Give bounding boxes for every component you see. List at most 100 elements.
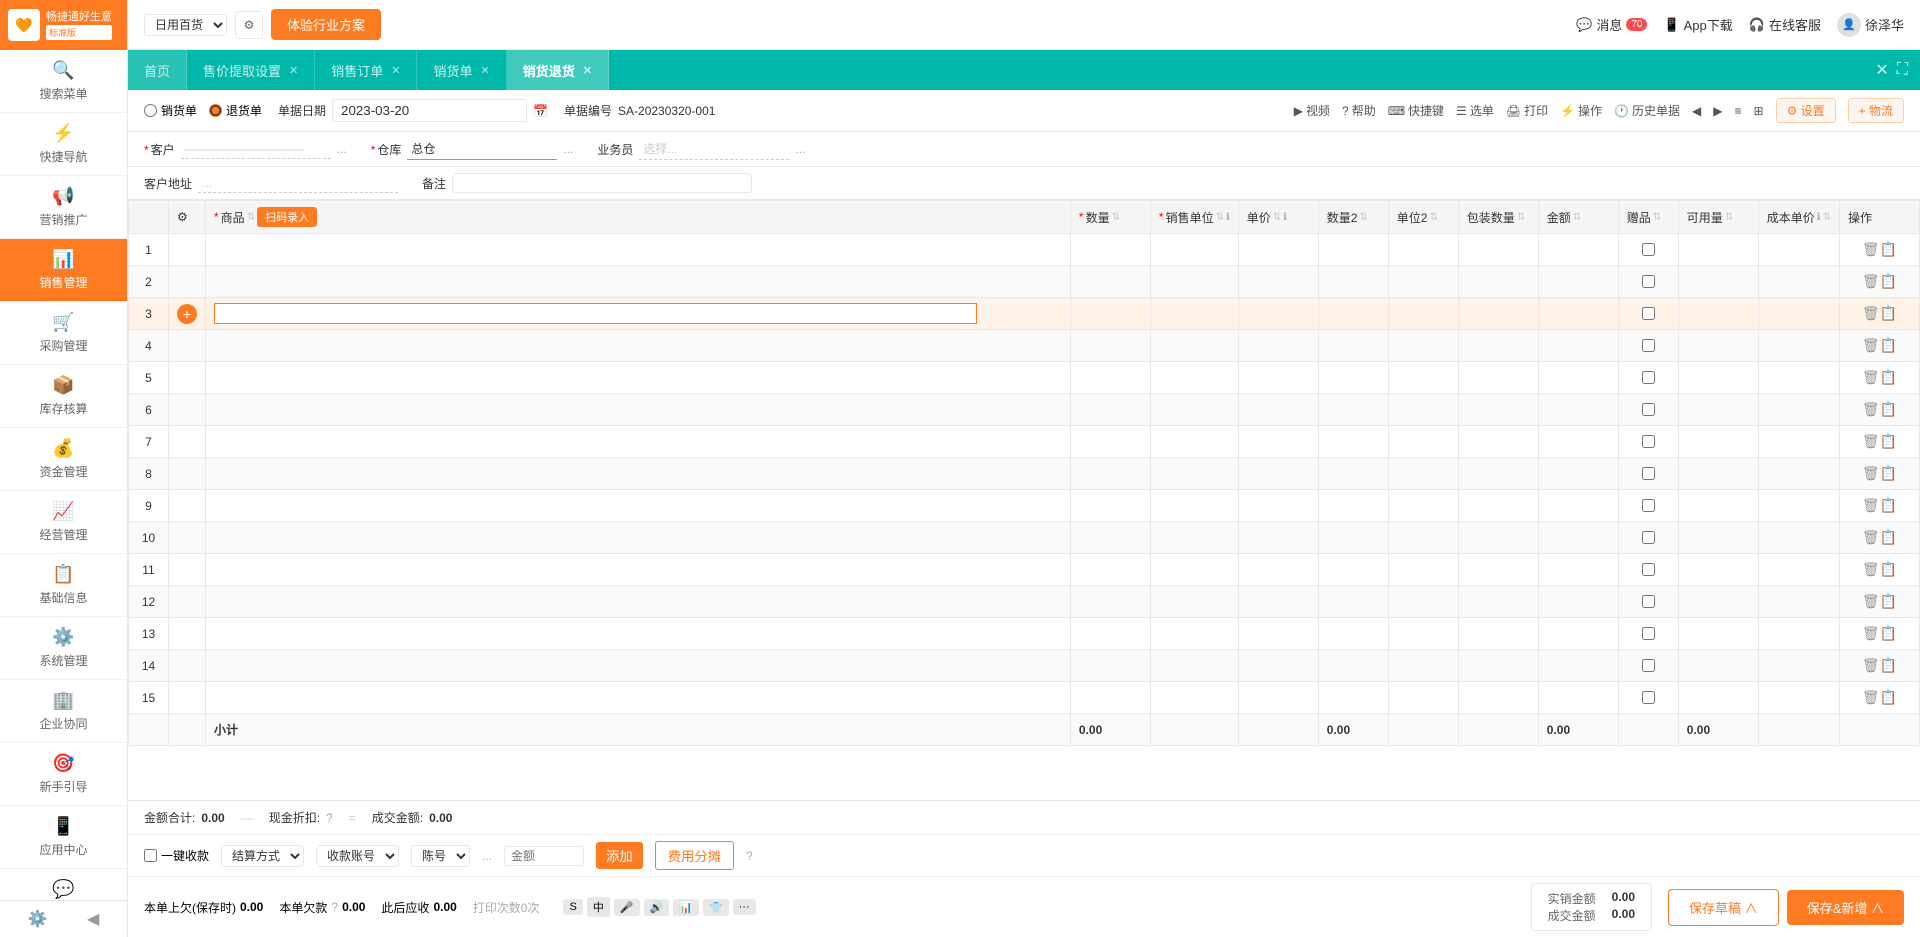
sidebar-item-inventory[interactable]: 📦 库存核算 xyxy=(0,365,127,428)
copy-row-btn[interactable]: 📋 xyxy=(1880,593,1897,610)
settings-right-btn[interactable]: ⚙ 设置 xyxy=(1776,98,1836,123)
sidebar-item-basics[interactable]: 📋 基础信息 xyxy=(0,554,127,617)
row-price[interactable] xyxy=(1238,298,1318,330)
qty2-sort-icon[interactable]: ⇅ xyxy=(1359,212,1367,223)
operation-btn[interactable]: ⚡ 操作 xyxy=(1560,102,1602,119)
row-unit[interactable] xyxy=(1150,330,1238,362)
tab-price-settings[interactable]: 售价提取设置 ✕ xyxy=(187,50,315,90)
row-price[interactable] xyxy=(1238,266,1318,298)
row-gift[interactable] xyxy=(1618,362,1678,394)
row-price[interactable] xyxy=(1238,362,1318,394)
payment-account-select[interactable]: 收款账号 xyxy=(316,845,399,867)
gift-checkbox[interactable] xyxy=(1642,499,1655,512)
row-unit[interactable] xyxy=(1150,650,1238,682)
row-price[interactable] xyxy=(1238,458,1318,490)
col-settings-icon[interactable]: ⚙ xyxy=(177,210,188,224)
row-unit[interactable] xyxy=(1150,394,1238,426)
message-btn[interactable]: 💬 消息 70 xyxy=(1576,15,1647,34)
sidebar-item-newbie[interactable]: 🎯 新手引导 xyxy=(0,743,127,806)
row-goods[interactable] xyxy=(206,490,1071,522)
row-gift[interactable] xyxy=(1618,330,1678,362)
industry-select[interactable]: 日用百货 xyxy=(144,14,227,36)
row-gift[interactable] xyxy=(1618,426,1678,458)
row-amount[interactable] xyxy=(1538,458,1618,490)
row-available[interactable] xyxy=(1678,554,1758,586)
row-pack[interactable] xyxy=(1458,522,1538,554)
customer-dots[interactable]: ... xyxy=(337,142,347,156)
row-gift[interactable] xyxy=(1618,266,1678,298)
row-unit[interactable] xyxy=(1150,586,1238,618)
row-available[interactable] xyxy=(1678,298,1758,330)
row-available[interactable] xyxy=(1678,266,1758,298)
copy-row-btn[interactable]: 📋 xyxy=(1880,369,1897,386)
row-pack[interactable] xyxy=(1458,650,1538,682)
row-qty[interactable] xyxy=(1070,298,1150,330)
row-price[interactable] xyxy=(1238,330,1318,362)
tab-sales-return[interactable]: 销货退货 ✕ xyxy=(507,50,609,90)
row-qty2[interactable] xyxy=(1318,234,1388,266)
row-qty[interactable] xyxy=(1070,426,1150,458)
tab-fullscreen-btn[interactable]: ⛶ xyxy=(1897,61,1908,79)
bottom-icon-zhong[interactable]: 中 xyxy=(587,897,610,917)
sidebar-item-apps[interactable]: 📱 应用中心 xyxy=(0,806,127,869)
qty-sort-icon[interactable]: ⇅ xyxy=(1112,212,1120,223)
row-unit[interactable] xyxy=(1150,426,1238,458)
row-goods[interactable] xyxy=(206,234,1071,266)
row-qty[interactable] xyxy=(1070,458,1150,490)
delete-row-btn[interactable]: 🗑 xyxy=(1862,529,1880,546)
sidebar-item-purchase[interactable]: 🛒 采购管理 xyxy=(0,302,127,365)
experience-btn[interactable]: 体验行业方案 xyxy=(271,9,381,40)
row-amount[interactable] xyxy=(1538,554,1618,586)
app-download-btn[interactable]: 📱 App下载 xyxy=(1663,15,1732,34)
user-profile-btn[interactable]: 👤 徐泽华 xyxy=(1837,13,1904,37)
row-gift[interactable] xyxy=(1618,554,1678,586)
row-goods[interactable] xyxy=(206,522,1071,554)
cost-info-icon[interactable]: ℹ xyxy=(1817,212,1821,223)
salesman-dots[interactable]: ... xyxy=(795,142,805,156)
row-amount[interactable] xyxy=(1538,618,1618,650)
row-qty[interactable] xyxy=(1070,618,1150,650)
row-unit2[interactable] xyxy=(1388,682,1458,714)
unit-info-icon[interactable]: ℹ xyxy=(1226,212,1230,223)
sidebar-item-system[interactable]: ⚙️ 系统管理 xyxy=(0,617,127,680)
delete-row-btn[interactable]: 🗑 xyxy=(1862,273,1880,290)
copy-row-btn[interactable]: 📋 xyxy=(1880,561,1897,578)
save-draft-btn[interactable]: 保存草稿 ∧ xyxy=(1668,889,1779,926)
tab-price-close[interactable]: ✕ xyxy=(289,64,298,77)
row-qty2[interactable] xyxy=(1318,362,1388,394)
row-goods[interactable] xyxy=(206,426,1071,458)
gift-checkbox[interactable] xyxy=(1642,371,1655,384)
calendar-icon[interactable]: 📅 xyxy=(533,104,548,118)
delete-row-btn[interactable]: 🗑 xyxy=(1862,593,1880,610)
row-unit[interactable] xyxy=(1150,522,1238,554)
list-view-btn[interactable]: ≡ xyxy=(1734,104,1741,118)
copy-row-btn[interactable]: 📋 xyxy=(1880,273,1897,290)
row-pack[interactable] xyxy=(1458,554,1538,586)
sidebar-settings-btn[interactable]: ⚙️ xyxy=(28,909,48,929)
account-dots[interactable]: ... xyxy=(482,849,492,863)
single-arrears-help[interactable]: ? xyxy=(331,900,338,914)
row-unit2[interactable] xyxy=(1388,330,1458,362)
print-btn[interactable]: 🖨 打印 xyxy=(1506,102,1548,119)
row-unit[interactable] xyxy=(1150,266,1238,298)
row-gift[interactable] xyxy=(1618,394,1678,426)
daily-goods-selector[interactable]: 日用百货 xyxy=(144,14,227,36)
price-info-icon[interactable]: ℹ xyxy=(1283,212,1287,223)
sidebar-item-operations[interactable]: 📈 经营管理 xyxy=(0,491,127,554)
row-available[interactable] xyxy=(1678,490,1758,522)
row-amount[interactable] xyxy=(1538,266,1618,298)
sidebar-item-finance[interactable]: 💰 资金管理 xyxy=(0,428,127,491)
date-input[interactable] xyxy=(332,99,527,122)
row-unit2[interactable] xyxy=(1388,298,1458,330)
row-pack[interactable] xyxy=(1458,234,1538,266)
bottom-icon-s[interactable]: S xyxy=(563,899,582,915)
row-qty[interactable] xyxy=(1070,394,1150,426)
copy-row-btn[interactable]: 📋 xyxy=(1880,337,1897,354)
row-price[interactable] xyxy=(1238,682,1318,714)
delete-row-btn[interactable]: 🗑 xyxy=(1862,305,1880,322)
row-pack[interactable] xyxy=(1458,298,1538,330)
row-unit2[interactable] xyxy=(1388,650,1458,682)
gift-checkbox[interactable] xyxy=(1642,659,1655,672)
select-btn[interactable]: ☰ 选单 xyxy=(1456,102,1494,119)
online-service-btn[interactable]: 🎧 在线客服 xyxy=(1749,15,1821,34)
